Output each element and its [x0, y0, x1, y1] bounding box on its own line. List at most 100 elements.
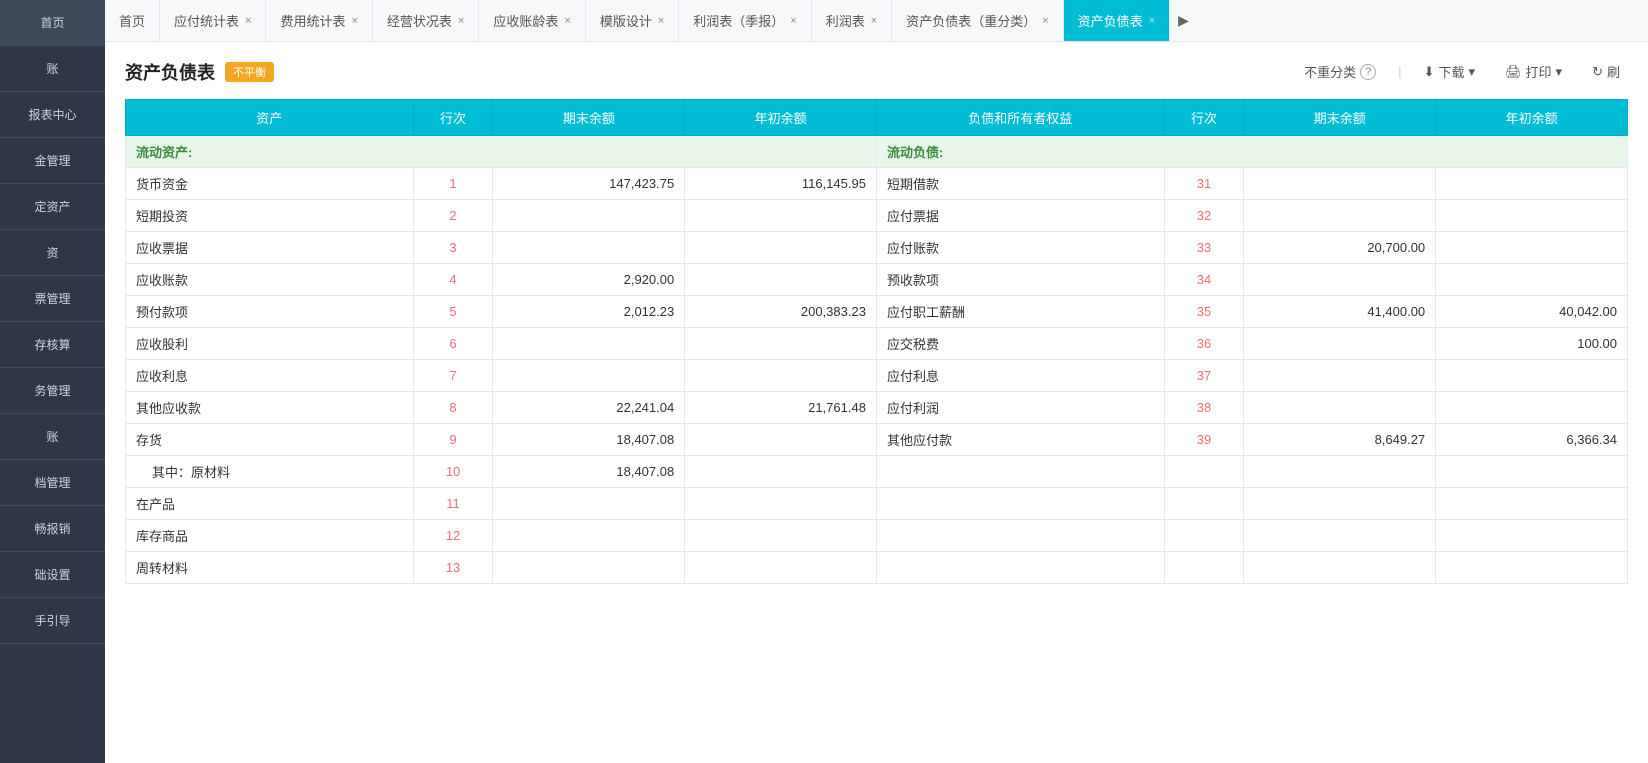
- content-area: 资产负债表 不平衡 不重分类 ? | ⬇ 下载 ▾ 🖨 打印 ▾: [105, 42, 1648, 763]
- tab-close-profit[interactable]: ×: [871, 15, 877, 27]
- period-end-value2: [1244, 520, 1436, 552]
- liability-name: 短期借款: [876, 168, 1164, 200]
- help-icon: ?: [1360, 64, 1376, 80]
- row-number2: 35: [1164, 296, 1244, 328]
- sidebar-item-archive[interactable]: 档管理: [0, 460, 105, 506]
- print-chevron-icon: ▾: [1556, 64, 1563, 80]
- asset-name: 预付款项: [126, 296, 414, 328]
- period-end-value2: [1244, 392, 1436, 424]
- page-title-area: 资产负债表 不平衡: [125, 59, 274, 85]
- tab-close-expense-stats[interactable]: ×: [351, 15, 357, 27]
- toolbar-divider-1: |: [1398, 64, 1401, 79]
- sidebar-item-fixed-assets[interactable]: 定资产: [0, 184, 105, 230]
- tab-close-profit-quarterly[interactable]: ×: [790, 15, 796, 27]
- asset-name: 周转材料: [126, 552, 414, 584]
- row-number: 7: [413, 360, 493, 392]
- sidebar-item-account[interactable]: 账: [0, 414, 105, 460]
- row-number: 10: [413, 456, 493, 488]
- liability-name: 应付利润: [876, 392, 1164, 424]
- liability-name: 应付利息: [876, 360, 1164, 392]
- period-end-value2: [1244, 488, 1436, 520]
- table-row: 货币资金 1 147,423.75 116,145.95 短期借款 31: [126, 168, 1628, 200]
- row-number2: 38: [1164, 392, 1244, 424]
- page-title: 资产负债表: [125, 59, 215, 85]
- tab-operations[interactable]: 经营状况表 ×: [373, 0, 479, 42]
- year-start-value2: 100.00: [1436, 328, 1628, 360]
- sidebar-item-investment[interactable]: 资: [0, 230, 105, 276]
- table-row: 应收票据 3 应付账款 33 20,700.00: [126, 232, 1628, 264]
- header-row-num: 行次: [413, 100, 493, 136]
- sidebar-item-ledger[interactable]: 账: [0, 46, 105, 92]
- year-start-value: [685, 200, 877, 232]
- sidebar-item-cash[interactable]: 金管理: [0, 138, 105, 184]
- row-number: 5: [413, 296, 493, 328]
- tab-payable-stats[interactable]: 应付统计表 ×: [160, 0, 266, 42]
- row-number2: [1164, 456, 1244, 488]
- tab-home[interactable]: 首页: [105, 0, 160, 42]
- tab-profit[interactable]: 利润表 ×: [812, 0, 892, 42]
- refresh-button[interactable]: ↻ 刷: [1584, 58, 1628, 85]
- table-row: 库存商品 12: [126, 520, 1628, 552]
- asset-name: 在产品: [126, 488, 414, 520]
- tab-close-operations[interactable]: ×: [458, 15, 464, 27]
- classify-toggle[interactable]: 不重分类 ?: [1296, 58, 1384, 85]
- period-end-value: 2,920.00: [493, 264, 685, 296]
- asset-name: 应收股利: [126, 328, 414, 360]
- tab-close-payable-stats[interactable]: ×: [245, 15, 251, 27]
- year-start-value: [685, 488, 877, 520]
- tab-close-template-design[interactable]: ×: [658, 15, 664, 27]
- row-number: 3: [413, 232, 493, 264]
- tab-balance-reclassified[interactable]: 资产负债表（重分类） ×: [892, 0, 1063, 42]
- tab-close-balance-reclassified[interactable]: ×: [1042, 15, 1048, 27]
- sidebar-item-tickets[interactable]: 票管理: [0, 276, 105, 322]
- asset-name: 应收账款: [126, 264, 414, 296]
- year-start-value: 21,761.48: [685, 392, 877, 424]
- tab-close-receivable-aging[interactable]: ×: [564, 15, 570, 27]
- sidebar-item-tax[interactable]: 务管理: [0, 368, 105, 414]
- tab-receivable-aging[interactable]: 应收账龄表 ×: [479, 0, 585, 42]
- row-number2: 39: [1164, 424, 1244, 456]
- year-start-value: [685, 552, 877, 584]
- table-row: 应收账款 4 2,920.00 预收款项 34: [126, 264, 1628, 296]
- tab-close-balance[interactable]: ×: [1149, 15, 1155, 27]
- liability-name: 应付账款: [876, 232, 1164, 264]
- row-number2: 32: [1164, 200, 1244, 232]
- period-end-value: [493, 552, 685, 584]
- row-number: 13: [413, 552, 493, 584]
- sidebar-item-settings[interactable]: 础设置: [0, 552, 105, 598]
- tab-template-design[interactable]: 模版设计 ×: [586, 0, 679, 42]
- period-end-value2: [1244, 360, 1436, 392]
- liability-name: 预收款项: [876, 264, 1164, 296]
- tab-balance[interactable]: 资产负债表 ×: [1064, 0, 1170, 42]
- table-row: 周转材料 13: [126, 552, 1628, 584]
- header-period-end: 期末余额: [493, 100, 685, 136]
- header-asset: 资产: [126, 100, 414, 136]
- main-area: 首页 应付统计表 × 费用统计表 × 经营状况表 × 应收账龄表 × 模版设计 …: [105, 0, 1648, 763]
- sidebar-item-expense[interactable]: 畅报销: [0, 506, 105, 552]
- period-end-value: 22,241.04: [493, 392, 685, 424]
- sidebar-item-guide[interactable]: 手引导: [0, 598, 105, 644]
- sidebar-item-inventory[interactable]: 存核算: [0, 322, 105, 368]
- year-start-value2: [1436, 488, 1628, 520]
- year-start-value2: [1436, 392, 1628, 424]
- period-end-value2: [1244, 200, 1436, 232]
- year-start-value2: [1436, 200, 1628, 232]
- tab-profit-quarterly[interactable]: 利润表（季报） ×: [679, 0, 811, 42]
- period-end-value2: [1244, 456, 1436, 488]
- header-period-end2: 期末余额: [1244, 100, 1436, 136]
- tab-expense-stats[interactable]: 费用统计表 ×: [266, 0, 372, 42]
- table-row: 应收利息 7 应付利息 37: [126, 360, 1628, 392]
- download-button[interactable]: ⬇ 下载 ▾: [1416, 58, 1483, 85]
- period-end-value: 18,407.08: [493, 456, 685, 488]
- unbalanced-badge: 不平衡: [225, 62, 274, 82]
- sidebar-item-reports[interactable]: 报表中心: [0, 92, 105, 138]
- year-start-value: [685, 456, 877, 488]
- print-button[interactable]: 🖨 打印 ▾: [1497, 58, 1570, 85]
- tab-scroll-right[interactable]: ▶: [1170, 0, 1197, 42]
- sidebar-item-home[interactable]: 首页: [0, 0, 105, 46]
- print-icon: 🖨: [1505, 64, 1522, 80]
- row-number2: 34: [1164, 264, 1244, 296]
- liability-name: 应交税费: [876, 328, 1164, 360]
- liability-name: [876, 488, 1164, 520]
- row-number2: 33: [1164, 232, 1244, 264]
